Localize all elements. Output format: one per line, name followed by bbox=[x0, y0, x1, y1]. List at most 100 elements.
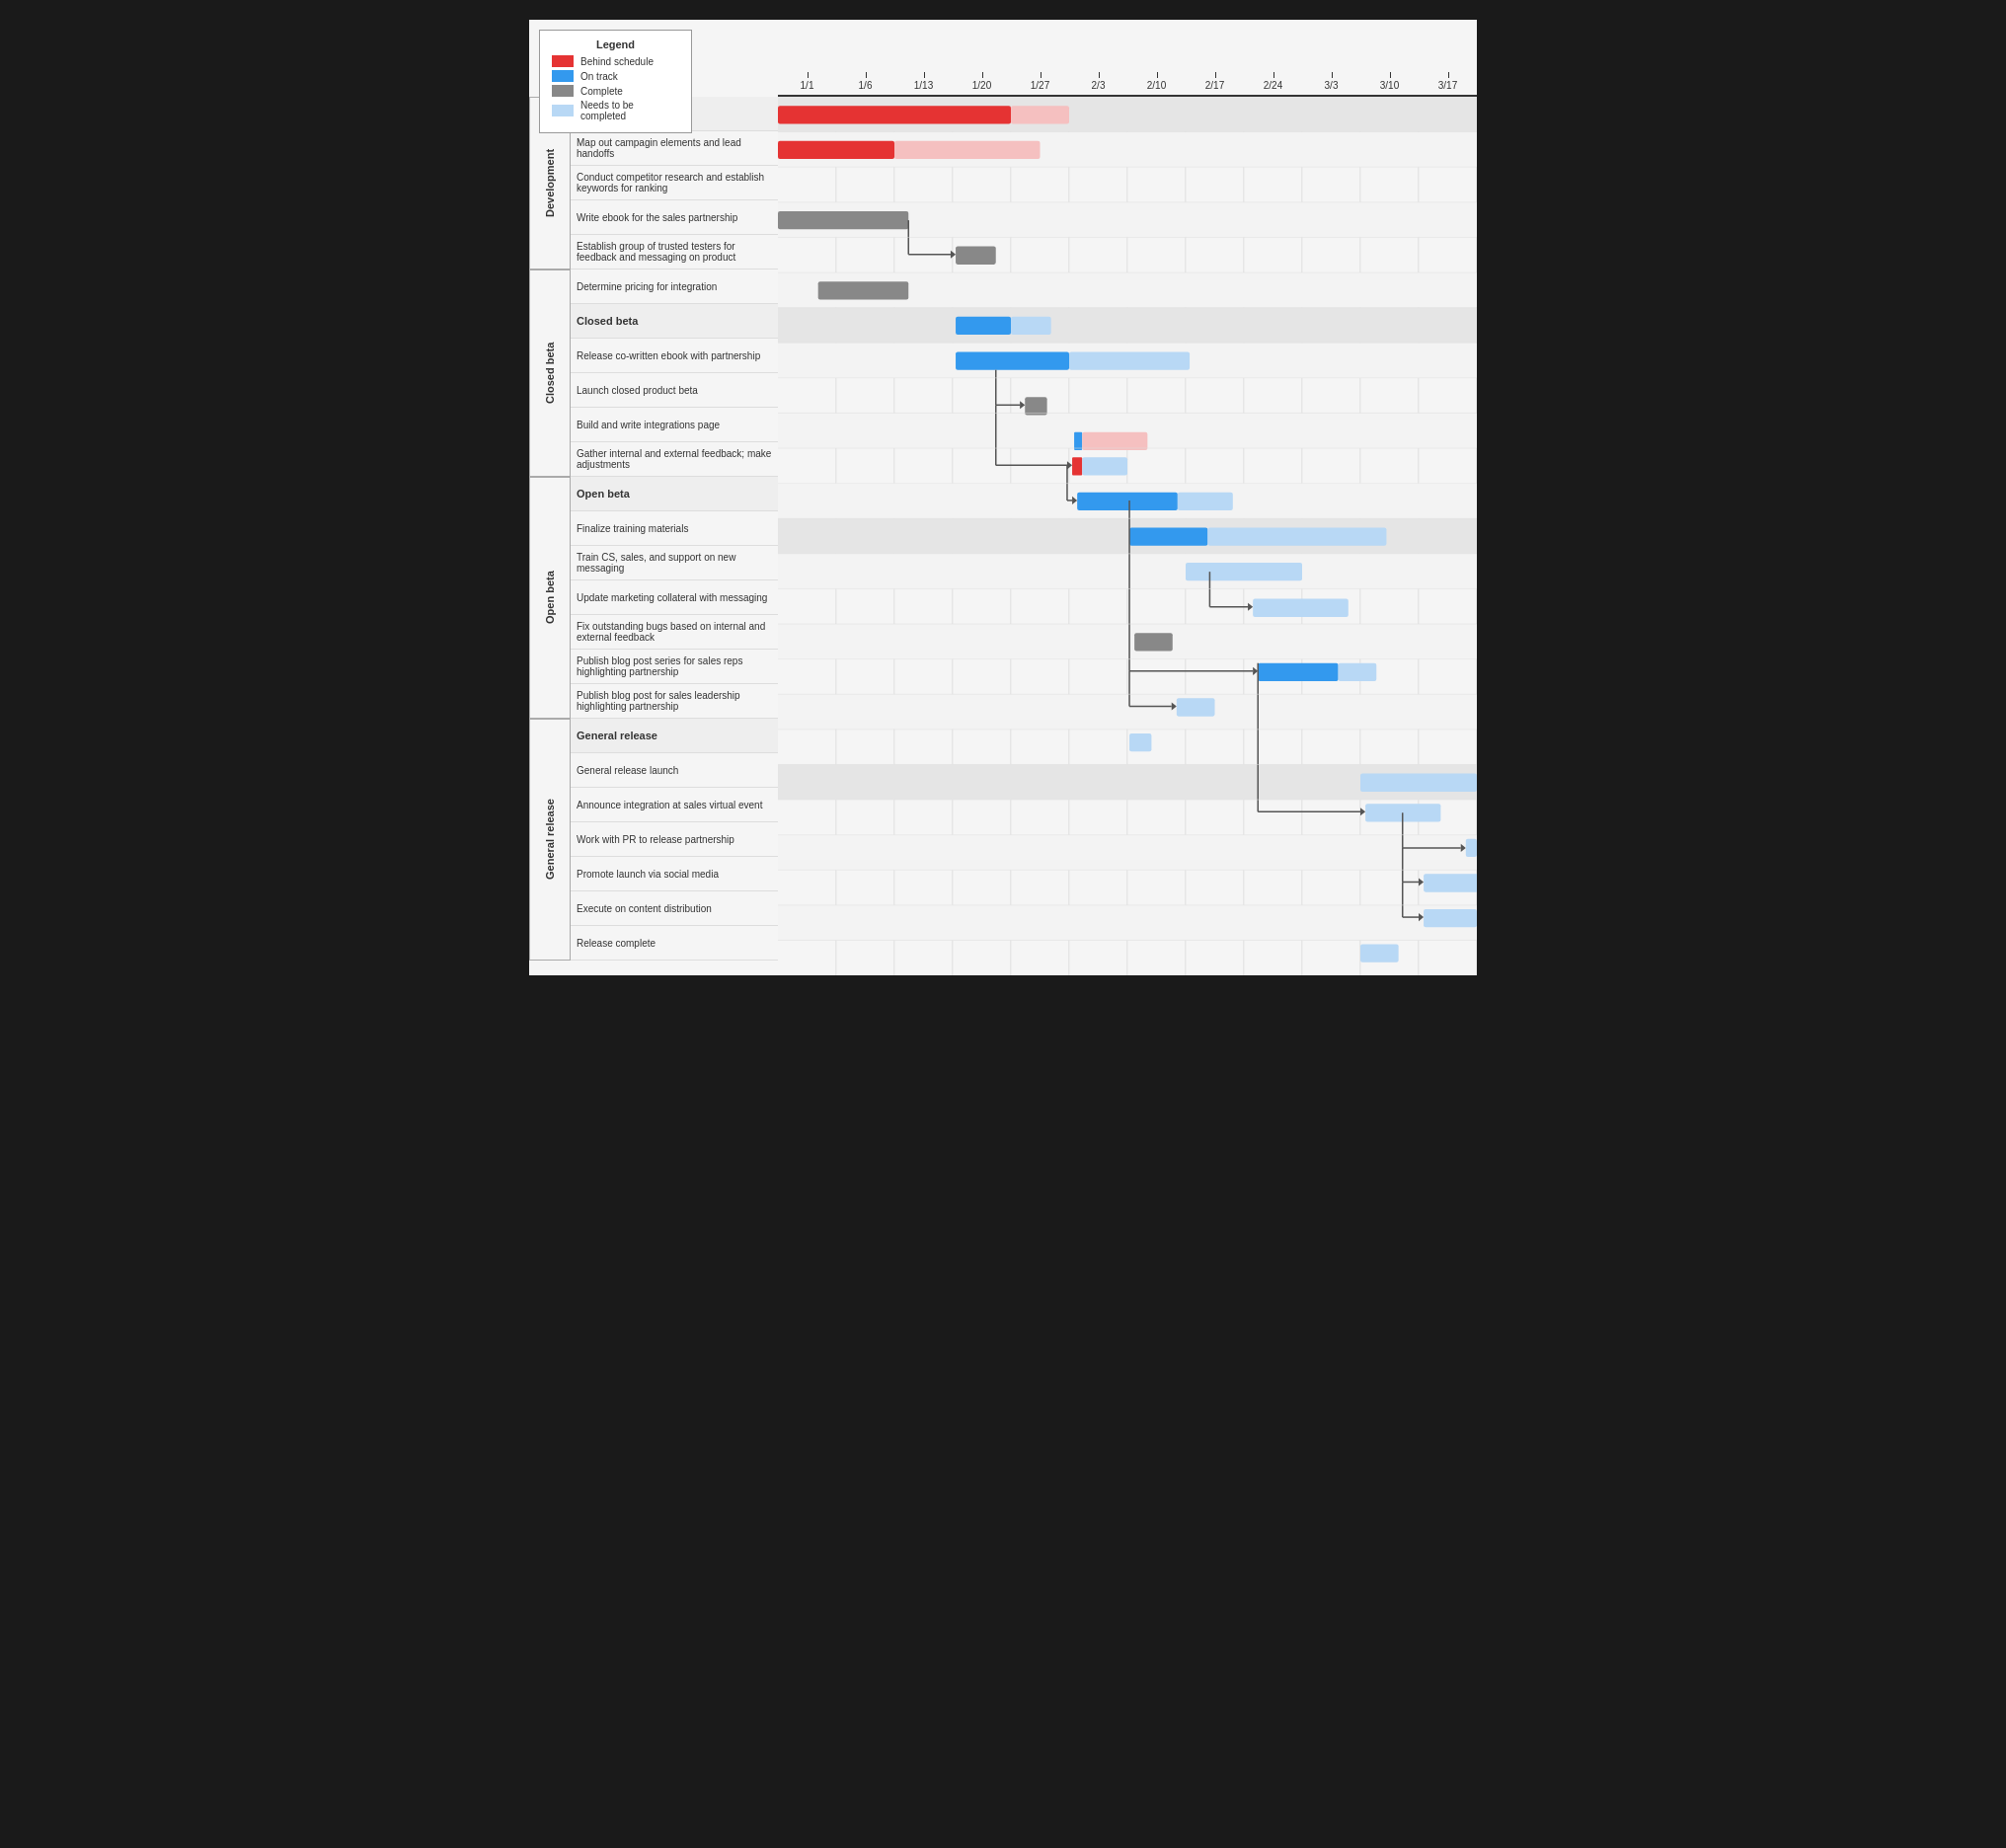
bar-finalize-light bbox=[1186, 563, 1302, 580]
tick-3: 1/20 bbox=[953, 80, 1011, 91]
bar-ebook-gray bbox=[1025, 397, 1046, 415]
bar-publishleadership-light bbox=[1129, 733, 1151, 751]
task-announce-integration: Announce integration at sales virtual ev… bbox=[571, 788, 778, 822]
bar-publishblog-light bbox=[1177, 698, 1215, 716]
legend-item-ontrack: On track bbox=[552, 70, 679, 82]
tick-6: 2/10 bbox=[1127, 80, 1186, 91]
bar-map-red bbox=[778, 141, 894, 159]
task-launch-closed: Launch closed product beta bbox=[571, 373, 778, 408]
task-determine-pricing: Determine pricing for integration bbox=[571, 270, 778, 304]
task-general-release-header: General release bbox=[571, 719, 778, 753]
bar-gather-light bbox=[1178, 493, 1233, 510]
task-publish-blog-sales: Publish blog post series for sales reps … bbox=[571, 650, 778, 684]
bar-announce-light bbox=[1466, 839, 1477, 857]
svg-marker-56 bbox=[1419, 878, 1424, 886]
bar-build-light bbox=[1082, 457, 1127, 475]
task-release-complete: Release complete bbox=[571, 926, 778, 961]
tick-1: 1/6 bbox=[836, 80, 894, 91]
legend-label-complete: Complete bbox=[580, 86, 623, 97]
bar-closedbeta-light bbox=[1069, 351, 1190, 369]
svg-rect-19 bbox=[778, 694, 1477, 730]
bar-fixbugs-light bbox=[1339, 663, 1377, 681]
timeline-header: 1/1 1/6 1/13 1/20 1/27 2/3 2/10 2/17 2/2… bbox=[778, 20, 1477, 97]
bar-openbeta-blue bbox=[1129, 527, 1207, 545]
legend: Legend Behind schedule On track Complete… bbox=[539, 30, 692, 133]
bar-development-red bbox=[778, 106, 1011, 123]
bar-map-light bbox=[894, 141, 1041, 159]
legend-color-behind bbox=[552, 55, 574, 67]
bar-pricing-light bbox=[1011, 317, 1051, 335]
tick-11: 3/17 bbox=[1419, 80, 1477, 91]
task-general-launch: General release launch bbox=[571, 753, 778, 788]
tick-4: 1/27 bbox=[1011, 80, 1069, 91]
task-conduct-competitor: Conduct competitor research and establis… bbox=[571, 166, 778, 200]
bar-launch-light bbox=[1082, 432, 1147, 450]
section-label-closed-beta: Closed beta bbox=[529, 270, 571, 477]
legend-item-behind: Behind schedule bbox=[552, 55, 679, 67]
tick-5: 2/3 bbox=[1069, 80, 1127, 91]
gantt-chart: Legend Behind schedule On track Complete… bbox=[529, 20, 1477, 975]
bar-launch-blue bbox=[1074, 432, 1082, 450]
bar-generalrelease-light bbox=[1360, 774, 1477, 792]
svg-rect-21 bbox=[778, 835, 1477, 871]
task-execute-content: Execute on content distribution bbox=[571, 891, 778, 926]
legend-label-ontrack: On track bbox=[580, 71, 618, 82]
svg-marker-29 bbox=[951, 251, 956, 259]
tick-0: 1/1 bbox=[778, 80, 836, 91]
bar-closedbeta-blue bbox=[956, 351, 1069, 369]
task-write-ebook: Write ebook for the sales partnership bbox=[571, 200, 778, 235]
legend-color-ontrack bbox=[552, 70, 574, 82]
task-open-beta-header: Open beta bbox=[571, 477, 778, 511]
bar-pricing-blue bbox=[956, 317, 1011, 335]
svg-rect-22 bbox=[778, 905, 1477, 941]
task-publish-blog-leadership: Publish blog post for sales leadership h… bbox=[571, 684, 778, 719]
bar-development-light bbox=[1011, 106, 1069, 123]
bar-build-red bbox=[1072, 457, 1082, 475]
legend-label-needs: Needs to be completed bbox=[580, 100, 679, 121]
bar-establish-gray bbox=[818, 281, 909, 299]
section-label-open-beta: Open beta bbox=[529, 477, 571, 719]
bar-gather-blue bbox=[1077, 493, 1178, 510]
task-fix-bugs: Fix outstanding bugs based on internal a… bbox=[571, 615, 778, 650]
legend-item-complete: Complete bbox=[552, 85, 679, 97]
svg-marker-32 bbox=[1020, 401, 1025, 409]
bar-update-gray bbox=[1134, 633, 1173, 651]
svg-marker-41 bbox=[1248, 603, 1253, 611]
svg-rect-24 bbox=[778, 308, 1477, 344]
bar-workpr-light bbox=[1424, 874, 1477, 891]
tick-8: 2/24 bbox=[1244, 80, 1302, 91]
legend-item-needs: Needs to be completed bbox=[552, 100, 679, 121]
chart-area: 1/1 1/6 1/13 1/20 1/27 2/3 2/10 2/17 2/2… bbox=[778, 20, 1477, 975]
tasks-column: Development Map out campagin elements an… bbox=[571, 20, 778, 975]
bar-fixbugs-blue bbox=[1258, 663, 1338, 681]
tick-10: 3/10 bbox=[1360, 80, 1419, 91]
tick-9: 3/3 bbox=[1302, 80, 1360, 91]
tick-7: 2/17 bbox=[1186, 80, 1244, 91]
task-build-integrations: Build and write integrations page bbox=[571, 408, 778, 442]
bar-write-gray bbox=[956, 247, 996, 265]
bar-openbeta-light bbox=[1207, 527, 1386, 545]
section-labels: Development Closed beta Open beta Genera… bbox=[529, 97, 571, 975]
legend-title: Legend bbox=[552, 38, 679, 50]
timeline-ticks: 1/1 1/6 1/13 1/20 1/27 2/3 2/10 2/17 2/2… bbox=[778, 80, 1477, 95]
svg-marker-50 bbox=[1360, 808, 1365, 815]
svg-rect-18 bbox=[778, 624, 1477, 659]
task-map-out: Map out campagin elements and lead hando… bbox=[571, 131, 778, 166]
task-gather-feedback: Gather internal and external feedback; m… bbox=[571, 442, 778, 477]
section-label-general-release: General release bbox=[529, 719, 571, 961]
task-closed-beta-header: Closed beta bbox=[571, 304, 778, 339]
bar-train-light bbox=[1253, 599, 1349, 617]
legend-label-behind: Behind schedule bbox=[580, 56, 654, 67]
svg-marker-35 bbox=[1067, 461, 1072, 469]
task-finalize-training: Finalize training materials bbox=[571, 511, 778, 546]
tick-2: 1/13 bbox=[894, 80, 953, 91]
legend-color-complete bbox=[552, 85, 574, 97]
task-release-ebook: Release co-written ebook with partnershi… bbox=[571, 339, 778, 373]
bar-conduct-gray bbox=[778, 211, 908, 229]
bar-execute-light bbox=[1360, 945, 1399, 962]
main-layout: Development Closed beta Open beta Genera… bbox=[529, 20, 1477, 975]
task-train-cs: Train CS, sales, and support on new mess… bbox=[571, 546, 778, 580]
task-update-marketing: Update marketing collateral with messagi… bbox=[571, 580, 778, 615]
gantt-svg bbox=[778, 97, 1477, 975]
svg-rect-17 bbox=[778, 554, 1477, 589]
